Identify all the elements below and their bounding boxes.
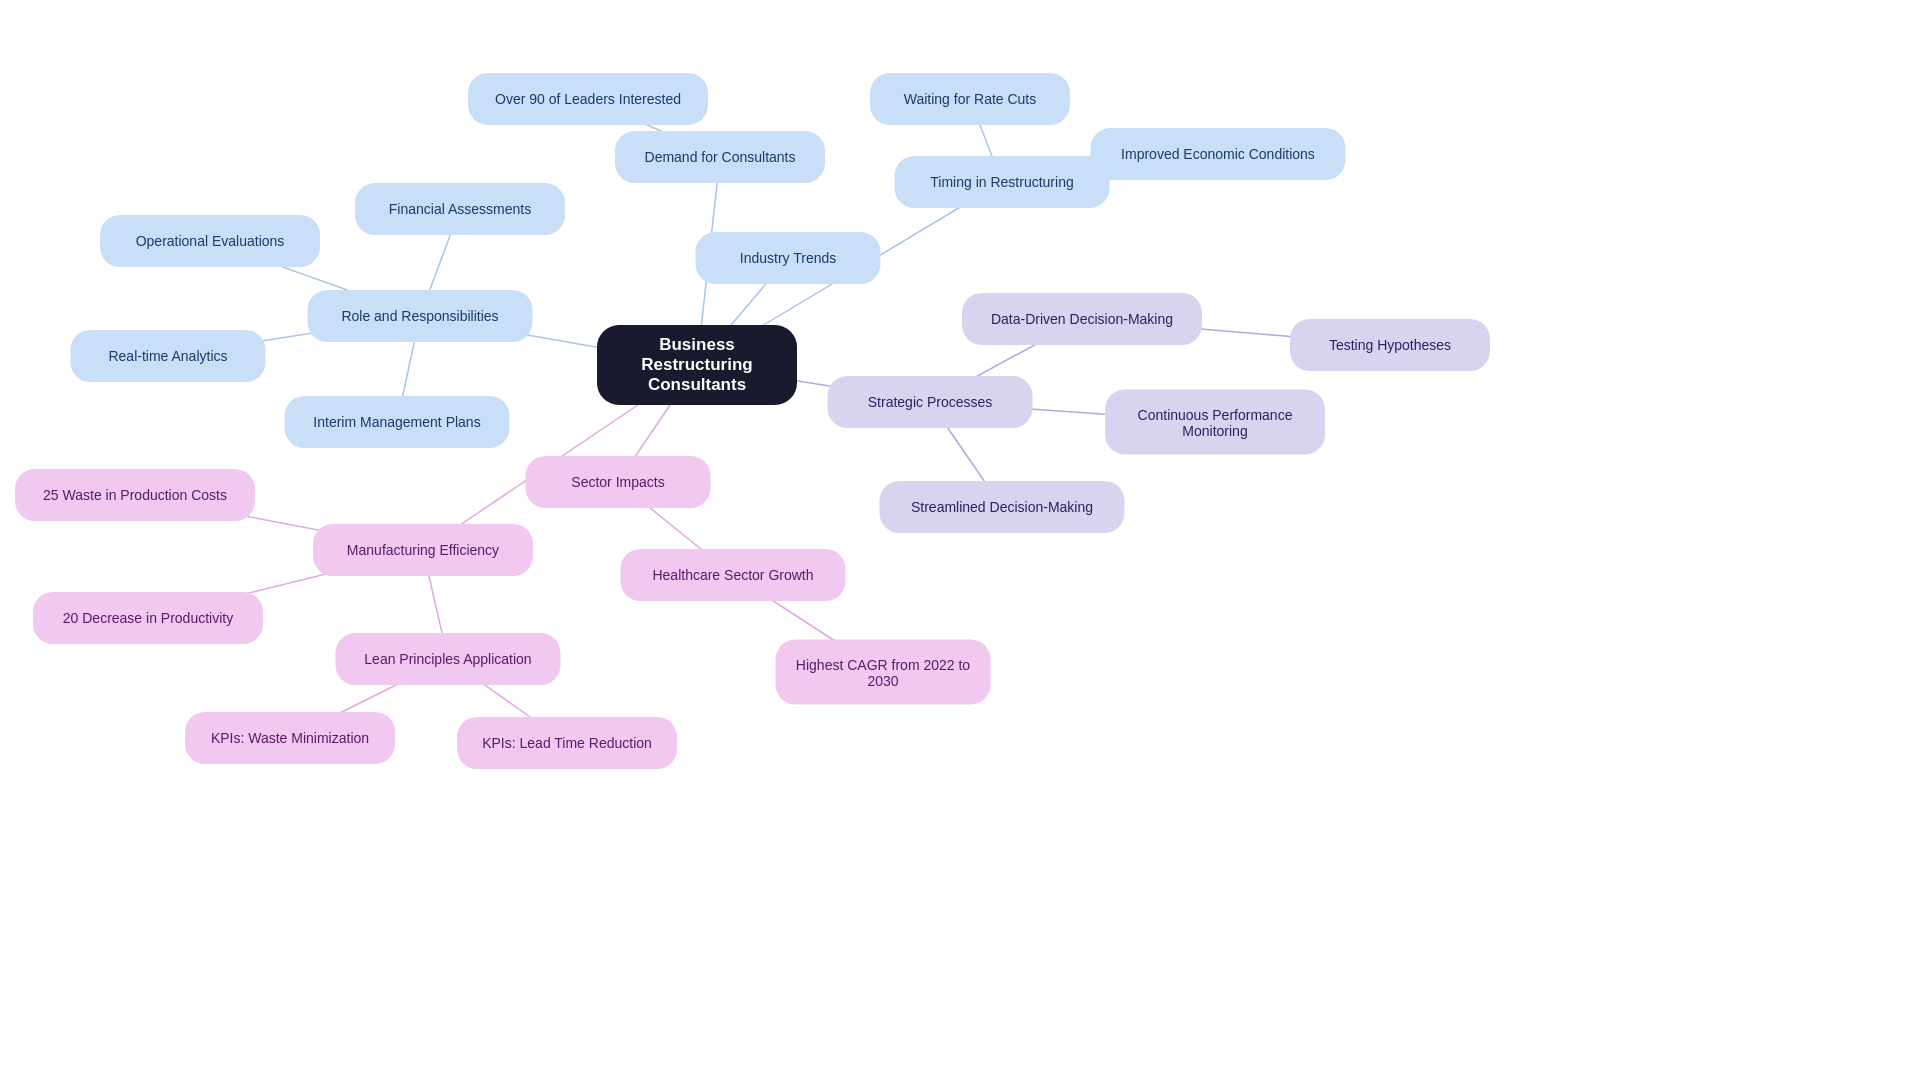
node-lean[interactable]: Lean Principles Application [336,633,561,685]
node-over90[interactable]: Over 90 of Leaders Interested [468,73,708,125]
node-realtime[interactable]: Real-time Analytics [71,330,266,382]
node-improved[interactable]: Improved Economic Conditions [1091,128,1346,180]
node-streamlined[interactable]: Streamlined Decision-Making [880,481,1125,533]
node-kpiwaste[interactable]: KPIs: Waste Minimization [185,712,395,764]
node-sector[interactable]: Sector Impacts [526,456,711,508]
node-timing[interactable]: Timing in Restructuring [895,156,1110,208]
center-node[interactable]: Business Restructuring Consultants [597,325,797,405]
node-industry[interactable]: Industry Trends [696,232,881,284]
node-kpilead[interactable]: KPIs: Lead Time Reduction [457,717,677,769]
node-role[interactable]: Role and Responsibilities [308,290,533,342]
node-healthcare[interactable]: Healthcare Sector Growth [621,549,846,601]
node-demand[interactable]: Demand for Consultants [615,131,825,183]
node-waiting[interactable]: Waiting for Rate Cuts [870,73,1070,125]
node-continuous[interactable]: Continuous Performance Monitoring [1105,390,1325,455]
node-waste25[interactable]: 25 Waste in Production Costs [15,469,255,521]
node-operational[interactable]: Operational Evaluations [100,215,320,267]
node-interim[interactable]: Interim Management Plans [285,396,510,448]
node-financial[interactable]: Financial Assessments [355,183,565,235]
node-decrease20[interactable]: 20 Decrease in Productivity [33,592,263,644]
node-strategic[interactable]: Strategic Processes [828,376,1033,428]
node-datadriven[interactable]: Data-Driven Decision-Making [962,293,1202,345]
node-testing[interactable]: Testing Hypotheses [1290,319,1490,371]
node-manufacturing[interactable]: Manufacturing Efficiency [313,524,533,576]
mind-map: Business Restructuring Consultants Over 9… [0,0,1920,1083]
node-highestcagr[interactable]: Highest CAGR from 2022 to 2030 [776,640,991,705]
